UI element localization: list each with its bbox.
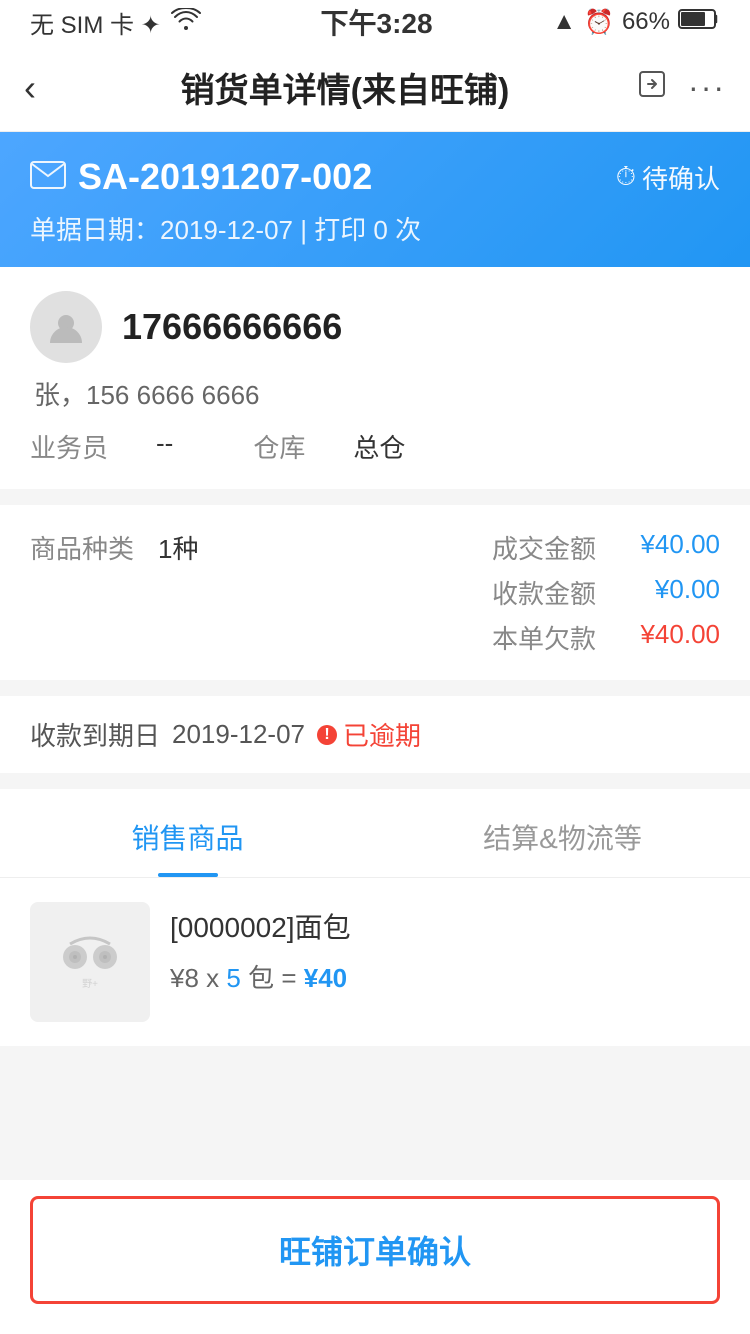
due-date-label: 收款到期日 — [30, 716, 160, 753]
overdue-text: 已逾期 — [343, 716, 421, 753]
product-thumbnail: 野+ — [30, 902, 150, 1022]
customer-row: 17666666666 — [30, 291, 720, 363]
product-price: ¥8 x 5 包 = ¥40 — [170, 958, 720, 995]
location-icon: ▲ — [552, 8, 576, 36]
product-type-value: 1种 — [158, 529, 198, 566]
status-left: 无 SIM 卡 ✦ — [30, 5, 201, 40]
battery-text: 66% — [622, 8, 670, 36]
tab-settlement[interactable]: 结算&物流等 — [375, 789, 750, 877]
total-price: ¥40 — [304, 963, 347, 993]
received-label: 收款金额 — [492, 574, 596, 611]
clock-icon: ⏱ — [616, 161, 636, 193]
received-value: ¥0.00 — [620, 574, 720, 611]
alarm-icon: ⏰ — [584, 8, 614, 37]
customer-section: 17666666666 张，156 6666 6666 业务员 -- 仓库 总仓 — [0, 267, 750, 489]
product-name: [0000002]面包 — [170, 906, 720, 946]
product-item: 野+ [0000002]面包 ¥8 x 5 包 = ¥40 — [30, 902, 720, 1022]
overdue-badge: ! 已逾期 — [317, 716, 421, 753]
summary-section: 商品种类 1种 成交金额 ¥40.00 收款金额 ¥0.00 本单欠款 ¥40.… — [0, 505, 750, 680]
back-button[interactable]: ‹ — [24, 67, 84, 109]
due-date-value: 2019-12-07 — [172, 719, 305, 750]
nav-bar: ‹ 销货单详情(来自旺铺) ··· — [0, 44, 750, 132]
warehouse-label: 仓库 — [253, 428, 305, 465]
status-time: 下午3:28 — [321, 2, 433, 42]
customer-name: 张，156 6666 6666 — [30, 375, 720, 412]
bottom-bar: 旺铺订单确认 — [0, 1180, 750, 1334]
multiply-sign: x — [206, 963, 226, 993]
status-right: ▲ ⏰ 66% — [552, 8, 720, 37]
customer-phone: 17666666666 — [122, 306, 342, 348]
overdue-warning-icon: ! — [317, 725, 337, 745]
order-envelope-icon — [30, 156, 66, 198]
transaction-label: 成交金额 — [492, 529, 596, 566]
owed-row: 本单欠款 ¥40.00 — [492, 619, 720, 656]
order-header: SA-20191207-002 ⏱ 待确认 单据日期：2019-12-07 | … — [0, 132, 750, 267]
wifi-icon — [171, 8, 201, 37]
share-icon[interactable] — [636, 68, 668, 108]
order-id: SA-20191207-002 — [30, 156, 372, 198]
transaction-row: 成交金额 ¥40.00 — [492, 529, 720, 566]
page-title: 销货单详情(来自旺铺) — [84, 63, 606, 112]
battery-icon — [678, 8, 720, 37]
tabs-section: 销售商品 结算&物流等 — [0, 789, 750, 878]
owed-value: ¥40.00 — [620, 619, 720, 656]
transaction-value: ¥40.00 — [620, 529, 720, 566]
salesperson-value: -- — [156, 428, 173, 465]
salesperson-label: 业务员 — [30, 428, 108, 465]
product-type-label: 商品种类 — [30, 529, 134, 566]
received-row: 收款金额 ¥0.00 — [492, 574, 720, 611]
confirm-order-button[interactable]: 旺铺订单确认 — [30, 1196, 720, 1304]
product-info: [0000002]面包 ¥8 x 5 包 = ¥40 — [170, 902, 720, 995]
no-sim-text: 无 SIM 卡 ✦ — [30, 5, 161, 40]
due-date-section: 收款到期日 2019-12-07 ! 已逾期 — [0, 696, 750, 773]
owed-label: 本单欠款 — [492, 619, 596, 656]
equals-sign: = — [281, 963, 303, 993]
quantity: 5 — [226, 963, 240, 993]
more-icon[interactable]: ··· — [688, 69, 726, 106]
warehouse-value: 总仓 — [353, 428, 405, 465]
summary-left: 商品种类 1种 — [30, 529, 198, 566]
nav-actions: ··· — [606, 68, 726, 108]
summary-right: 成交金额 ¥40.00 收款金额 ¥0.00 本单欠款 ¥40.00 — [492, 529, 720, 656]
unit-price: ¥8 — [170, 963, 199, 993]
tabs-row: 销售商品 结算&物流等 — [0, 789, 750, 878]
order-meta: 单据日期：2019-12-07 | 打印 0 次 — [30, 210, 720, 247]
product-section: 野+ [0000002]面包 ¥8 x 5 包 = ¥40 — [0, 878, 750, 1046]
unit: 包 — [248, 963, 274, 993]
avatar — [30, 291, 102, 363]
order-status: ⏱ 待确认 — [616, 159, 720, 196]
svg-text:野+: 野+ — [82, 978, 98, 990]
order-id-row: SA-20191207-002 ⏱ 待确认 — [30, 156, 720, 198]
customer-fields: 业务员 -- 仓库 总仓 — [30, 428, 720, 465]
status-bar: 无 SIM 卡 ✦ 下午3:28 ▲ ⏰ 66% — [0, 0, 750, 44]
tab-sales-product[interactable]: 销售商品 — [0, 789, 375, 877]
